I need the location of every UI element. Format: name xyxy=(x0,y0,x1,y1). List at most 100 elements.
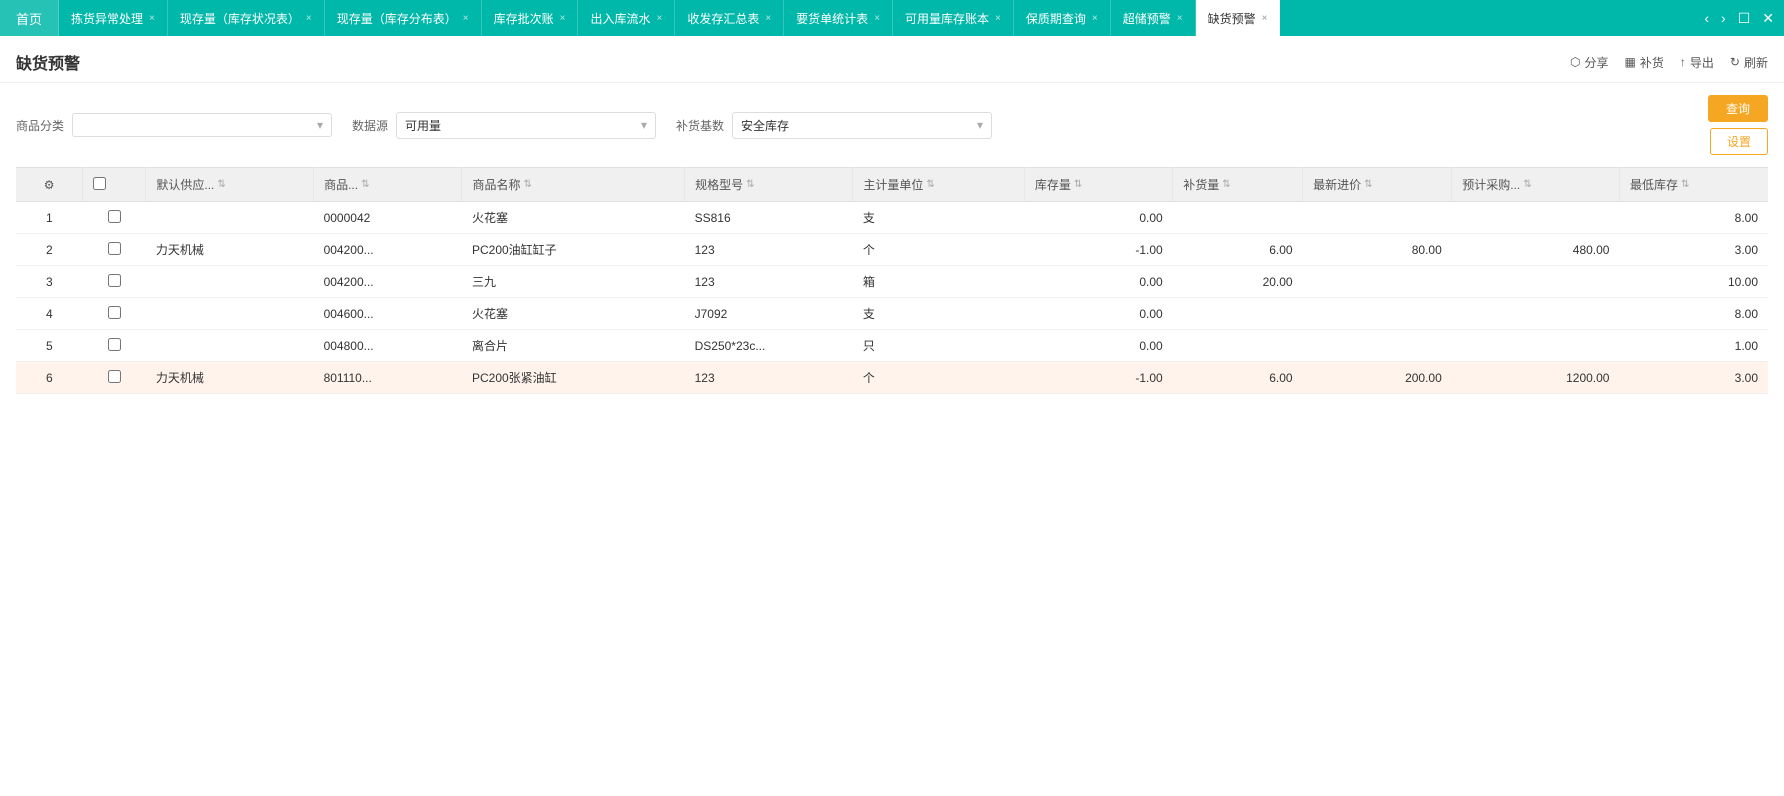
th-min-stock: 最低库存 ⇅ xyxy=(1619,168,1768,202)
table-row: 4 004600... 火花塞 J7092 支 0.00 8.00 xyxy=(16,298,1768,330)
cell-unit: 个 xyxy=(853,234,1024,266)
tab-close-8[interactable]: × xyxy=(995,13,1001,24)
cell-replenish xyxy=(1173,330,1303,362)
select-all-checkbox[interactable] xyxy=(93,177,106,190)
cell-replenish: 6.00 xyxy=(1173,362,1303,394)
cell-min-stock: 8.00 xyxy=(1619,202,1768,234)
tab-7[interactable]: 要货单统计表 × xyxy=(784,0,893,36)
tab-5[interactable]: 出入库流水 × xyxy=(578,0,675,36)
table-header-row: ⚙ 默认供应... ⇅ 商品... ⇅ xyxy=(16,168,1768,202)
tab-2[interactable]: 现存量（库存状况表） × xyxy=(168,0,325,36)
tab-close-4[interactable]: × xyxy=(560,13,566,24)
sort-name-icon[interactable]: ⇅ xyxy=(524,179,532,190)
tab-close-9[interactable]: × xyxy=(1092,13,1098,24)
cell-stock: 0.00 xyxy=(1024,330,1172,362)
tab-close-3[interactable]: × xyxy=(463,13,469,24)
cell-unit: 个 xyxy=(853,362,1024,394)
cell-name: 火花塞 xyxy=(462,298,685,330)
replenish-button[interactable]: ▦ 补货 xyxy=(1625,54,1664,71)
nav-controls: ‹ › ☐ ✕ xyxy=(1698,6,1784,31)
tab-8[interactable]: 可用量库存账本 × xyxy=(893,0,1014,36)
row-checkbox[interactable] xyxy=(108,306,121,319)
row-checkbox[interactable] xyxy=(108,274,121,287)
sort-code-icon[interactable]: ⇅ xyxy=(361,179,369,190)
tab-close-11[interactable]: × xyxy=(1262,13,1268,24)
sort-spec-icon[interactable]: ⇅ xyxy=(746,179,754,190)
nav-prev-button[interactable]: ‹ xyxy=(1698,6,1715,30)
cell-min-stock: 3.00 xyxy=(1619,362,1768,394)
tab-close-6[interactable]: × xyxy=(765,13,771,24)
row-checkbox[interactable] xyxy=(108,210,121,223)
tab-close-10[interactable]: × xyxy=(1177,13,1183,24)
tab-9[interactable]: 保质期查询 × xyxy=(1014,0,1111,36)
row-checkbox[interactable] xyxy=(108,338,121,351)
sort-est-purchase-icon[interactable]: ⇅ xyxy=(1523,179,1531,190)
cell-latest-price: 80.00 xyxy=(1303,234,1452,266)
sort-latest-price-icon[interactable]: ⇅ xyxy=(1364,179,1372,190)
cell-min-stock: 3.00 xyxy=(1619,234,1768,266)
sort-min-stock-icon[interactable]: ⇅ xyxy=(1681,179,1689,190)
tab-close-7[interactable]: × xyxy=(874,13,880,24)
row-checkbox-cell xyxy=(83,298,146,330)
cell-supplier xyxy=(146,330,314,362)
row-checkbox[interactable] xyxy=(108,370,121,383)
nav-next-button[interactable]: › xyxy=(1715,6,1732,30)
cell-stock: 0.00 xyxy=(1024,266,1172,298)
cell-stock: 0.00 xyxy=(1024,202,1172,234)
cell-spec: 123 xyxy=(685,234,853,266)
tab-close-5[interactable]: × xyxy=(656,13,662,24)
cell-stock: -1.00 xyxy=(1024,234,1172,266)
replenish-base-select[interactable]: 安全库存 ▾ xyxy=(732,112,992,139)
tab-10[interactable]: 超储预警 × xyxy=(1111,0,1196,36)
table-row: 6 力天机械 801110... PC200张紧油缸 123 个 -1.00 6… xyxy=(16,362,1768,394)
table-row: 2 力天机械 004200... PC200油缸缸子 123 个 -1.00 6… xyxy=(16,234,1768,266)
cell-min-stock: 10.00 xyxy=(1619,266,1768,298)
cell-supplier: 力天机械 xyxy=(146,362,314,394)
header-actions: ⬡ 分享 ▦ 补货 ↑ 导出 ↻ 刷新 xyxy=(1570,54,1768,71)
query-button[interactable]: 查询 xyxy=(1708,95,1768,122)
row-checkbox-cell xyxy=(83,202,146,234)
tab-3[interactable]: 现存量（库存分布表） × xyxy=(325,0,482,36)
replenish-icon: ▦ xyxy=(1625,55,1636,69)
settings-button[interactable]: 设置 xyxy=(1710,128,1768,155)
datasource-arrow-icon: ▾ xyxy=(641,118,647,132)
table-row: 1 0000042 火花塞 SS816 支 0.00 8.00 xyxy=(16,202,1768,234)
tab-4[interactable]: 库存批次账 × xyxy=(482,0,579,36)
cell-unit: 只 xyxy=(853,330,1024,362)
gear-icon[interactable]: ⚙ xyxy=(44,178,55,192)
tab-6[interactable]: 收发存汇总表 × xyxy=(675,0,784,36)
cell-est-purchase: 480.00 xyxy=(1452,234,1620,266)
replenish-base-arrow-icon: ▾ xyxy=(977,118,983,132)
nav-restore-button[interactable]: ☐ xyxy=(1732,6,1757,31)
row-index: 3 xyxy=(16,266,83,298)
cell-replenish xyxy=(1173,298,1303,330)
export-button[interactable]: ↑ 导出 xyxy=(1680,54,1714,71)
tab-close-2[interactable]: × xyxy=(306,13,312,24)
tab-close-1[interactable]: × xyxy=(149,13,155,24)
sort-supplier-icon[interactable]: ⇅ xyxy=(217,179,225,190)
sort-stock-icon[interactable]: ⇅ xyxy=(1074,179,1082,190)
datasource-select[interactable]: 可用量 ▾ xyxy=(396,112,656,139)
replenish-base-value: 安全库存 xyxy=(741,117,789,134)
cell-latest-price: 200.00 xyxy=(1303,362,1452,394)
tab-11[interactable]: 缺货预警 × xyxy=(1196,0,1281,36)
cell-replenish xyxy=(1173,202,1303,234)
tab-1[interactable]: 拣货异常处理 × xyxy=(59,0,168,36)
cell-unit: 箱 xyxy=(853,266,1024,298)
cell-stock: -1.00 xyxy=(1024,362,1172,394)
share-button[interactable]: ⬡ 分享 xyxy=(1570,54,1609,71)
category-select[interactable]: ▾ xyxy=(72,113,332,137)
row-checkbox[interactable] xyxy=(108,242,121,255)
refresh-button[interactable]: ↻ 刷新 xyxy=(1730,54,1768,71)
cell-latest-price xyxy=(1303,202,1452,234)
th-gear: ⚙ xyxy=(16,168,83,202)
cell-latest-price xyxy=(1303,298,1452,330)
sort-replenish-icon[interactable]: ⇅ xyxy=(1222,179,1230,190)
replenish-base-label: 补货基数 xyxy=(676,117,724,134)
cell-spec: DS250*23c... xyxy=(685,330,853,362)
cell-supplier: 力天机械 xyxy=(146,234,314,266)
nav-close-button[interactable]: ✕ xyxy=(1756,6,1780,31)
sort-unit-icon[interactable]: ⇅ xyxy=(926,179,934,190)
tab-home[interactable]: 首页 xyxy=(0,0,59,36)
cell-replenish: 6.00 xyxy=(1173,234,1303,266)
